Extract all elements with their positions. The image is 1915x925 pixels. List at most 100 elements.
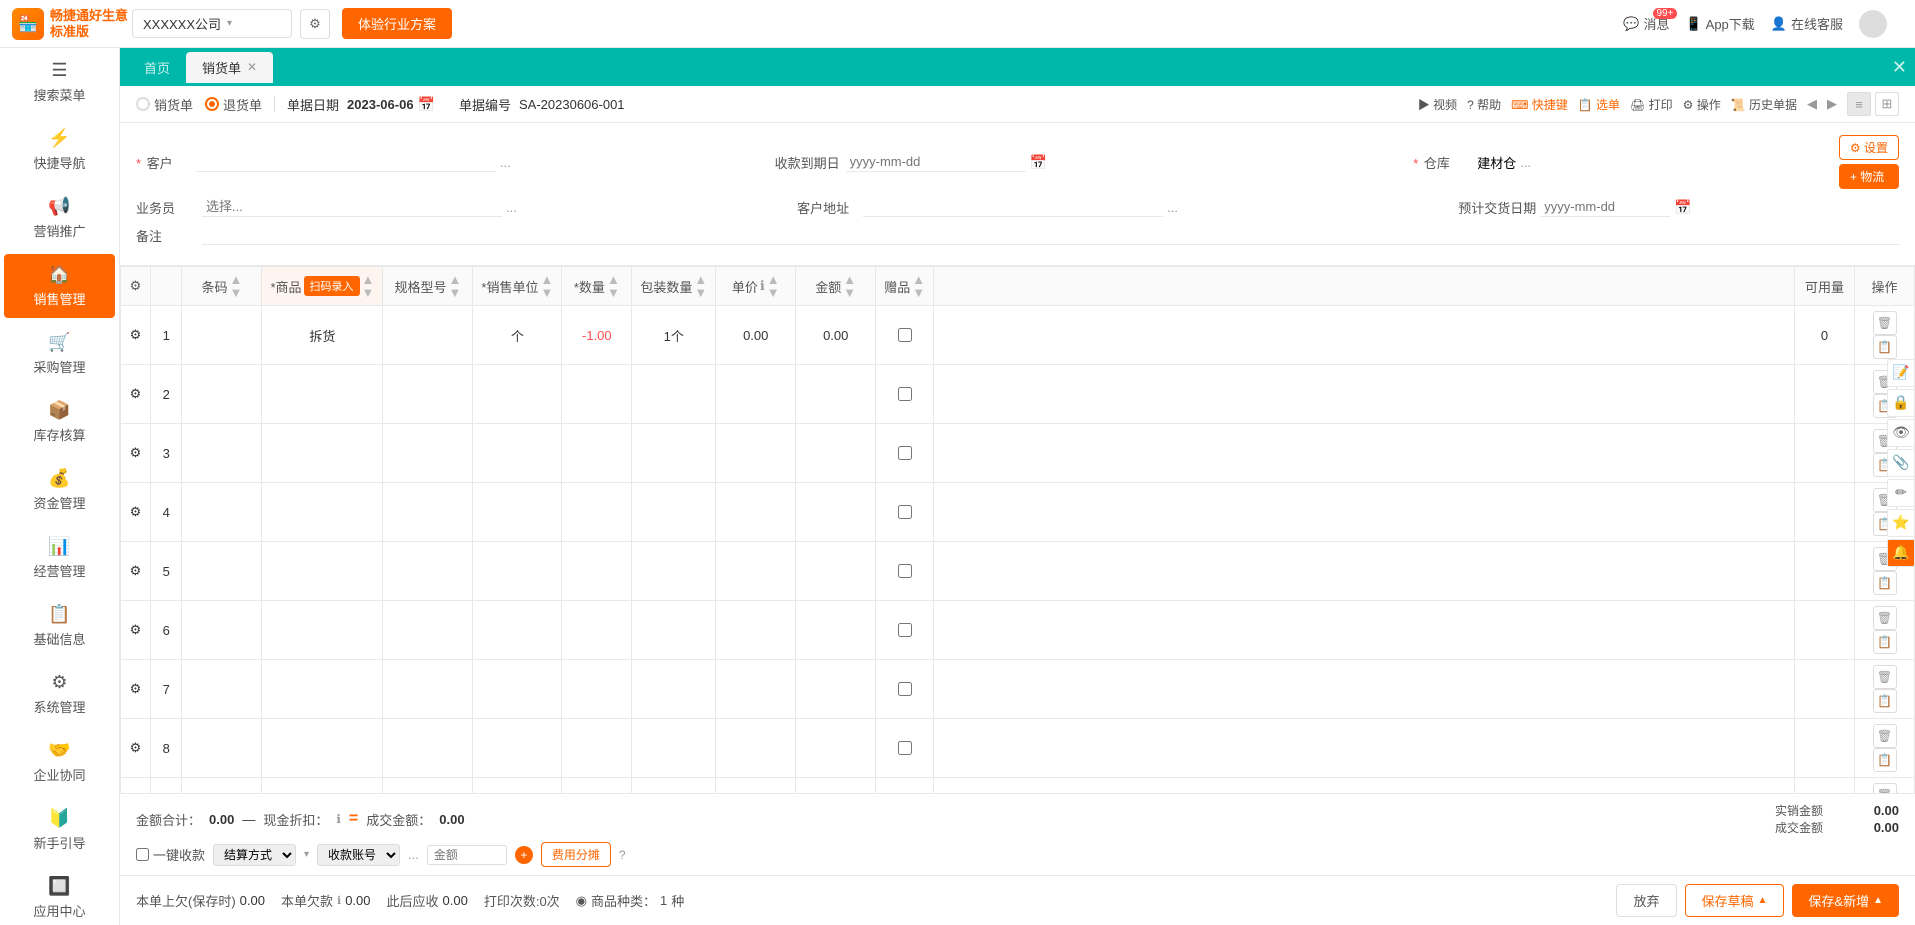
warehouse-dots[interactable]: ...: [1516, 155, 1535, 170]
row-pkg-qty[interactable]: 1个: [632, 306, 716, 365]
sidebar-item-search[interactable]: ☰ 搜索菜单: [4, 50, 115, 114]
amount-input[interactable]: [427, 845, 507, 865]
avatar[interactable]: [1859, 10, 1887, 38]
expected-date-calendar-icon[interactable]: 📅: [1670, 199, 1695, 216]
scan-button[interactable]: 扫码录入: [304, 276, 360, 296]
sort-arrows-spec[interactable]: ▲▼: [448, 273, 461, 299]
price-info-icon[interactable]: ℹ: [760, 278, 765, 294]
salesperson-input[interactable]: [202, 197, 502, 217]
sidebar-item-sales[interactable]: 🏠 销售管理: [4, 254, 115, 318]
row-barcode[interactable]: [182, 306, 262, 365]
right-float-attach-btn[interactable]: 📎: [1887, 449, 1915, 477]
sort-arrows-unit[interactable]: ▲▼: [540, 273, 553, 299]
delete-row-btn[interactable]: 🗑: [1873, 311, 1897, 335]
discount-info-icon[interactable]: ℹ: [336, 812, 341, 826]
expected-date-input[interactable]: [1540, 197, 1670, 217]
copy-row-btn[interactable]: 📋: [1873, 630, 1897, 654]
right-float-edit-btn[interactable]: ✏: [1887, 479, 1915, 507]
customer-input[interactable]: [196, 152, 496, 172]
sort-arrows-product[interactable]: ▲▼: [362, 273, 375, 299]
help-btn[interactable]: ? 帮助: [1467, 96, 1501, 113]
delete-row-btn[interactable]: 🗑: [1873, 665, 1897, 689]
trial-button[interactable]: 体验行业方案: [342, 8, 452, 39]
account-dots[interactable]: ...: [408, 847, 419, 862]
gift-checkbox[interactable]: [898, 328, 912, 342]
radio-return[interactable]: 退货单: [205, 95, 262, 114]
sidebar-item-enterprise[interactable]: 🤝 企业协同: [4, 730, 115, 794]
sort-arrows-pkg[interactable]: ▲▼: [694, 273, 707, 299]
row-spec[interactable]: [383, 306, 473, 365]
right-float-lock-btn[interactable]: 🔒: [1887, 389, 1915, 417]
message-button[interactable]: 💬 消息 99+: [1623, 14, 1669, 33]
add-payment-btn[interactable]: +: [515, 846, 533, 864]
delete-row-btn[interactable]: 🗑: [1873, 724, 1897, 748]
gift-checkbox[interactable]: [898, 387, 912, 401]
service-button[interactable]: 👤 在线客服: [1771, 14, 1843, 33]
gift-checkbox[interactable]: [898, 505, 912, 519]
right-float-note-btn[interactable]: 📝: [1887, 359, 1915, 387]
history-btn[interactable]: 📜 历史单据: [1731, 96, 1797, 113]
copy-row-btn[interactable]: 📋: [1873, 689, 1897, 713]
save-draft-arrow-icon[interactable]: ▲: [1758, 895, 1768, 906]
expense-split-btn[interactable]: 费用分摊: [541, 842, 611, 867]
sidebar-item-basic[interactable]: 📋 基础信息: [4, 594, 115, 658]
col-header-settings[interactable]: ⚙: [121, 267, 151, 306]
customer-addr-input[interactable]: [863, 197, 1163, 217]
nav-right-icon[interactable]: ▶: [1827, 96, 1837, 112]
company-selector[interactable]: XXXXXX公司 ▾: [132, 9, 292, 38]
settings-button[interactable]: ⚙: [300, 9, 330, 39]
one-click-checkbox[interactable]: [136, 848, 149, 861]
remarks-input[interactable]: [202, 225, 1899, 245]
sidebar-item-marketing[interactable]: 📢 营销推广: [4, 186, 115, 250]
global-close-icon[interactable]: ✕: [1892, 57, 1907, 78]
total-due-info-icon[interactable]: ℹ: [337, 894, 341, 907]
view-grid-btn[interactable]: ⊞: [1875, 92, 1899, 116]
barcode-input[interactable]: [190, 328, 253, 343]
sort-arrows-price[interactable]: ▲▼: [767, 273, 780, 299]
sidebar-item-inventory[interactable]: 📦 库存核算: [4, 390, 115, 454]
view-list-btn[interactable]: ≡: [1847, 92, 1871, 116]
one-click-pay-checkbox[interactable]: 一键收款: [136, 845, 205, 864]
shortcut-btn[interactable]: ⌨ 快捷键: [1511, 96, 1568, 113]
sidebar-item-operations[interactable]: 📊 经营管理: [4, 526, 115, 590]
row-amount[interactable]: 0.00: [796, 306, 876, 365]
save-new-button[interactable]: 保存&新增 ▲: [1792, 884, 1899, 917]
product-type[interactable]: ◉ 商品种类： 1 种: [576, 891, 685, 910]
settings-btn[interactable]: ⚙ 设置: [1839, 135, 1899, 160]
logistics-btn[interactable]: + 物流: [1839, 164, 1899, 189]
copy-row-btn[interactable]: 📋: [1873, 335, 1897, 359]
customer-dots[interactable]: ...: [496, 155, 515, 170]
row-qty[interactable]: -1.00: [562, 306, 632, 365]
due-date-calendar-icon[interactable]: 📅: [1026, 154, 1051, 171]
select-order-btn[interactable]: 📋 选单: [1578, 96, 1620, 113]
calendar-icon[interactable]: 📅: [418, 96, 435, 113]
save-new-arrow-icon[interactable]: ▲: [1873, 895, 1883, 906]
sidebar-item-apps[interactable]: 🔲 应用中心: [4, 866, 115, 925]
right-float-orange-btn[interactable]: 🔔: [1887, 539, 1915, 567]
sidebar-item-purchase[interactable]: 🛒 采购管理: [4, 322, 115, 386]
delete-row-btn[interactable]: 🗑: [1873, 783, 1897, 793]
print-btn[interactable]: 🖨 打印: [1630, 96, 1673, 113]
discard-button[interactable]: 放弃: [1616, 884, 1676, 917]
customer-addr-dots[interactable]: ...: [1163, 200, 1182, 215]
sidebar-item-guide[interactable]: 🔰 新手引导: [4, 798, 115, 862]
sort-arrows-amount[interactable]: ▲▼: [843, 273, 856, 299]
gift-checkbox[interactable]: [898, 446, 912, 460]
expense-help-icon[interactable]: ?: [619, 848, 626, 862]
gift-checkbox[interactable]: [898, 564, 912, 578]
sidebar-item-system[interactable]: ⚙ 系统管理: [4, 662, 115, 726]
gift-checkbox[interactable]: [898, 741, 912, 755]
tab-sales-order[interactable]: 销货单 ✕: [186, 52, 273, 83]
salesperson-dots[interactable]: ...: [502, 200, 521, 215]
tab-close-icon[interactable]: ✕: [247, 60, 257, 74]
gift-checkbox[interactable]: [898, 682, 912, 696]
save-draft-button[interactable]: 保存草稿 ▲: [1685, 884, 1785, 917]
operate-btn[interactable]: ⚙ 操作: [1683, 96, 1721, 113]
radio-sales[interactable]: 销货单: [136, 95, 193, 114]
video-btn[interactable]: ▶ 视频: [1418, 96, 1457, 113]
row-remark[interactable]: [934, 306, 1795, 365]
payment-method-select[interactable]: 结算方式: [213, 844, 296, 866]
row-price[interactable]: 0.00: [716, 306, 796, 365]
row-product[interactable]: 拆货: [262, 306, 383, 365]
row-unit[interactable]: 个: [473, 306, 562, 365]
